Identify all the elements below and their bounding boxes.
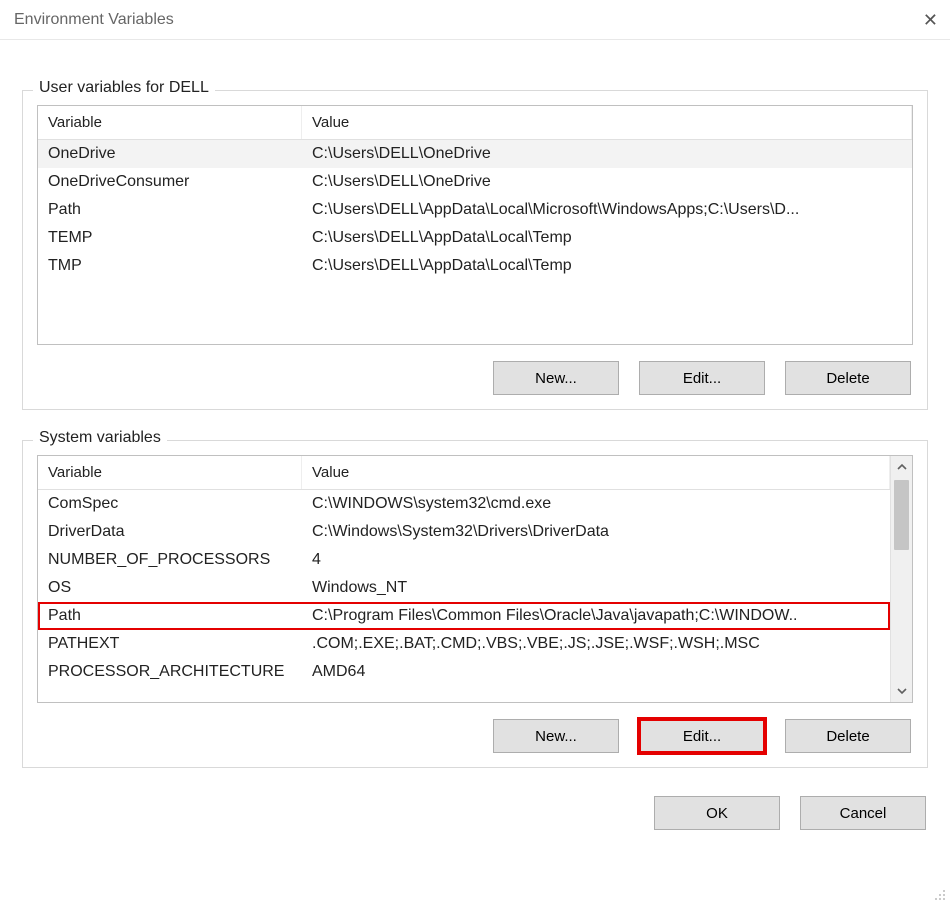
column-header-variable[interactable]: Variable (38, 456, 302, 489)
cell-variable: DriverData (38, 518, 302, 546)
scroll-down-icon[interactable] (891, 680, 912, 702)
system-variables-table[interactable]: Variable Value ComSpecC:\WINDOWS\system3… (37, 455, 913, 703)
user-variables-group: User variables for DELL Variable Value O… (22, 90, 928, 410)
scroll-up-icon[interactable] (891, 456, 912, 478)
close-icon[interactable]: ✕ (902, 11, 938, 29)
column-header-variable[interactable]: Variable (38, 106, 302, 139)
cell-value: C:\WINDOWS\system32\cmd.exe (302, 490, 890, 518)
cell-variable: TEMP (38, 224, 302, 252)
cell-value: .COM;.EXE;.BAT;.CMD;.VBS;.VBE;.JS;.JSE;.… (302, 630, 890, 658)
table-row[interactable]: DriverDataC:\Windows\System32\Drivers\Dr… (38, 518, 890, 546)
user-variables-table[interactable]: Variable Value OneDriveC:\Users\DELL\One… (37, 105, 913, 345)
cell-variable: Path (38, 602, 302, 630)
cell-value: C:\Users\DELL\AppData\Local\Microsoft\Wi… (302, 196, 912, 224)
column-header-value[interactable]: Value (302, 106, 912, 139)
system-variables-group: System variables Variable Value ComSpecC… (22, 440, 928, 768)
user-delete-button[interactable]: Delete (785, 361, 911, 395)
table-row[interactable]: PathC:\Users\DELL\AppData\Local\Microsof… (38, 196, 912, 224)
system-variables-legend: System variables (33, 429, 167, 447)
table-row[interactable]: ComSpecC:\WINDOWS\system32\cmd.exe (38, 490, 890, 518)
cell-value: C:\Windows\System32\Drivers\DriverData (302, 518, 890, 546)
user-buttons-row: New... Edit... Delete (37, 361, 913, 395)
table-row[interactable]: PathC:\Program Files\Common Files\Oracle… (38, 602, 890, 630)
user-variables-legend: User variables for DELL (33, 79, 215, 97)
cell-variable: ComSpec (38, 490, 302, 518)
cell-variable: PATHEXT (38, 630, 302, 658)
cell-value: C:\Users\DELL\AppData\Local\Temp (302, 224, 912, 252)
table-row[interactable]: OneDriveC:\Users\DELL\OneDrive (38, 140, 912, 168)
table-row[interactable]: OneDriveConsumerC:\Users\DELL\OneDrive (38, 168, 912, 196)
scrollbar-thumb[interactable] (894, 480, 909, 550)
cell-value: C:\Users\DELL\AppData\Local\Temp (302, 252, 912, 280)
table-row[interactable]: PROCESSOR_ARCHITECTUREAMD64 (38, 658, 890, 686)
ok-button[interactable]: OK (654, 796, 780, 830)
cell-value: Windows_NT (302, 574, 890, 602)
system-new-button[interactable]: New... (493, 719, 619, 753)
user-edit-button[interactable]: Edit... (639, 361, 765, 395)
cell-variable: OneDriveConsumer (38, 168, 302, 196)
cancel-button[interactable]: Cancel (800, 796, 926, 830)
user-table-header: Variable Value (38, 106, 912, 140)
dialog-footer: OK Cancel (0, 778, 950, 840)
system-delete-button[interactable]: Delete (785, 719, 911, 753)
cell-variable: Path (38, 196, 302, 224)
column-header-value[interactable]: Value (302, 456, 890, 489)
system-table-scrollbar[interactable] (890, 456, 912, 702)
cell-variable: OneDrive (38, 140, 302, 168)
cell-value: C:\Users\DELL\OneDrive (302, 168, 912, 196)
cell-variable: OS (38, 574, 302, 602)
cell-variable: NUMBER_OF_PROCESSORS (38, 546, 302, 574)
system-buttons-row: New... Edit... Delete (37, 719, 913, 753)
cell-value: C:\Users\DELL\OneDrive (302, 140, 912, 168)
system-edit-button[interactable]: Edit... (639, 719, 765, 753)
user-new-button[interactable]: New... (493, 361, 619, 395)
cell-value: AMD64 (302, 658, 890, 686)
table-row[interactable]: NUMBER_OF_PROCESSORS4 (38, 546, 890, 574)
table-row[interactable]: PATHEXT.COM;.EXE;.BAT;.CMD;.VBS;.VBE;.JS… (38, 630, 890, 658)
titlebar: Environment Variables ✕ (0, 0, 950, 40)
cell-value: C:\Program Files\Common Files\Oracle\Jav… (302, 602, 890, 630)
resize-grip-icon[interactable] (932, 887, 946, 901)
table-row[interactable]: TEMPC:\Users\DELL\AppData\Local\Temp (38, 224, 912, 252)
cell-variable: TMP (38, 252, 302, 280)
cell-variable: PROCESSOR_ARCHITECTURE (38, 658, 302, 686)
window-title: Environment Variables (14, 11, 174, 29)
system-table-header: Variable Value (38, 456, 890, 490)
table-row[interactable]: TMPC:\Users\DELL\AppData\Local\Temp (38, 252, 912, 280)
cell-value: 4 (302, 546, 890, 574)
table-row[interactable]: OSWindows_NT (38, 574, 890, 602)
dialog-content: User variables for DELL Variable Value O… (0, 40, 950, 778)
